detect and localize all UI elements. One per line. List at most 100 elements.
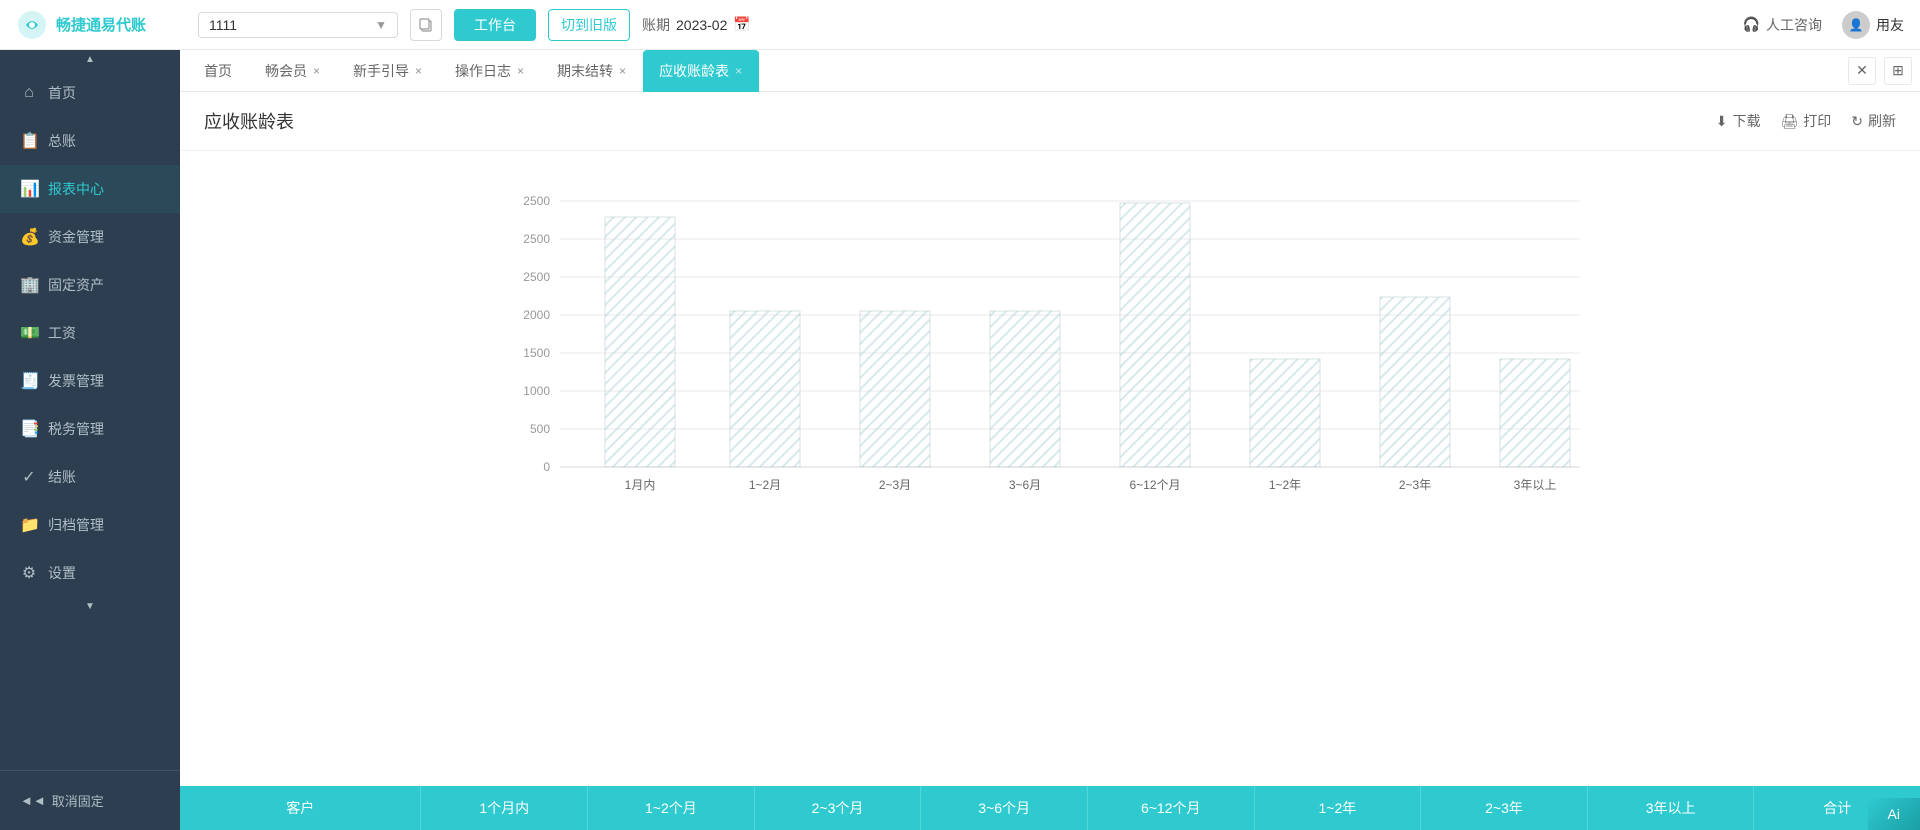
sidebar-item-funds[interactable]: 💰 资金管理 — [0, 213, 180, 261]
sidebar-label-tax: 税务管理 — [48, 419, 104, 439]
refresh-label: 刷新 — [1868, 111, 1896, 131]
consult-button[interactable]: 🎧 人工咨询 — [1743, 15, 1822, 35]
scroll-down-arrow: ▼ — [85, 601, 95, 612]
col-year1-2: 1~2年 — [1255, 786, 1422, 830]
period-label: 账期 — [642, 15, 670, 35]
col-month1-2: 1~2个月 — [588, 786, 755, 830]
company-selector[interactable]: 1111 ▼ — [198, 12, 398, 38]
copy-icon — [418, 17, 434, 33]
bar-8 — [1500, 359, 1570, 467]
period-value: 2023-02 — [676, 17, 727, 33]
sidebar-item-tax[interactable]: 📑 税务管理 — [0, 405, 180, 453]
tab-aging[interactable]: 应收账龄表 × — [643, 50, 759, 92]
x-label-6: 1~2年 — [1269, 478, 1301, 492]
svg-text:0: 0 — [543, 460, 550, 474]
cancel-fixed-button[interactable]: ◄◄ 取消固定 — [0, 781, 180, 820]
tab-log[interactable]: 操作日志 × — [439, 50, 541, 92]
copy-button[interactable] — [410, 9, 442, 41]
bar-5 — [1120, 203, 1190, 467]
funds-icon: 💰 — [20, 227, 38, 247]
assets-icon: 🏢 — [20, 275, 38, 295]
col-year2-3: 2~3年 — [1421, 786, 1588, 830]
tab-member[interactable]: 畅会员 × — [249, 50, 337, 92]
sidebar-label-funds: 资金管理 — [48, 227, 104, 247]
x-label-7: 2~3年 — [1399, 478, 1431, 492]
cancel-fixed-label: 取消固定 — [52, 791, 104, 810]
ledger-icon: 📋 — [20, 131, 38, 151]
sidebar-label-assets: 固定资产 — [48, 275, 104, 295]
bar-4 — [990, 311, 1060, 467]
scroll-up-indicator: ▲ — [0, 50, 180, 69]
salary-icon: 💵 — [20, 323, 38, 343]
sidebar-label-home: 首页 — [48, 83, 76, 103]
refresh-icon: ↻ — [1851, 113, 1863, 130]
reports-icon: 📊 — [20, 179, 38, 199]
user-name: 用友 — [1876, 15, 1904, 35]
bar-3 — [860, 311, 930, 467]
col-month2-3: 2~3个月 — [755, 786, 922, 830]
x-label-5: 6~12个月 — [1129, 478, 1180, 492]
tab-member-label: 畅会员 — [265, 61, 307, 81]
switch-version-button[interactable]: 切到旧版 — [548, 9, 630, 41]
sidebar-item-invoice[interactable]: 🧾 发票管理 — [0, 357, 180, 405]
sidebar-item-archive[interactable]: 📁 归档管理 — [0, 501, 180, 549]
period-area: 账期 2023-02 📅 — [642, 15, 751, 35]
sidebar-item-ledger[interactable]: 📋 总账 — [0, 117, 180, 165]
col-month3-6: 3~6个月 — [921, 786, 1088, 830]
tab-log-close[interactable]: × — [517, 64, 524, 78]
logo-icon — [16, 9, 48, 41]
tab-period-end-close[interactable]: × — [619, 64, 626, 78]
sidebar-label-reports: 报表中心 — [48, 179, 104, 199]
tab-home-label: 首页 — [204, 61, 232, 81]
print-button[interactable]: 🖨 打印 — [1780, 111, 1831, 131]
workbench-button[interactable]: 工作台 — [454, 9, 536, 41]
close-tab-button[interactable]: ✕ — [1848, 57, 1876, 85]
svg-text:500: 500 — [530, 422, 550, 436]
tab-aging-close[interactable]: × — [735, 64, 742, 78]
archive-icon: 📁 — [20, 515, 38, 535]
bar-1 — [605, 217, 675, 467]
headset-icon: 🎧 — [1743, 16, 1760, 33]
chevron-down-icon: ▼ — [375, 18, 387, 32]
sidebar-item-home[interactable]: ⌂ 首页 — [0, 69, 180, 117]
x-label-4: 3~6月 — [1009, 478, 1041, 492]
sidebar-bottom: ◄◄ 取消固定 — [0, 770, 180, 830]
x-label-1: 1月内 — [625, 478, 656, 492]
tab-member-close[interactable]: × — [313, 64, 320, 78]
svg-text:1500: 1500 — [523, 346, 550, 360]
page-title: 应收账龄表 — [204, 108, 294, 134]
tax-icon: 📑 — [20, 419, 38, 439]
ai-badge[interactable]: Ai — [1868, 798, 1920, 830]
sidebar-item-checkout[interactable]: ✓ 结账 — [0, 453, 180, 501]
print-label: 打印 — [1803, 111, 1831, 131]
calendar-icon[interactable]: 📅 — [733, 16, 750, 33]
sidebar-label-settings: 设置 — [48, 563, 76, 583]
sidebar-item-assets[interactable]: 🏢 固定资产 — [0, 261, 180, 309]
content-area: 首页 畅会员 × 新手引导 × 操作日志 × 期末结转 × 应收账龄表 × — [180, 50, 1920, 830]
tab-guide[interactable]: 新手引导 × — [337, 50, 439, 92]
tab-period-end[interactable]: 期末结转 × — [541, 50, 643, 92]
user-area[interactable]: 👤 用友 — [1842, 11, 1904, 39]
sidebar-label-invoice: 发票管理 — [48, 371, 104, 391]
home-icon: ⌂ — [20, 84, 38, 102]
tab-aging-label: 应收账龄表 — [659, 61, 729, 81]
sidebar-item-settings[interactable]: ⚙ 设置 — [0, 549, 180, 597]
tab-guide-label: 新手引导 — [353, 61, 409, 81]
x-label-3: 2~3月 — [879, 478, 911, 492]
sidebar-label-salary: 工资 — [48, 323, 76, 343]
download-label: 下载 — [1732, 111, 1760, 131]
sidebar-label-archive: 归档管理 — [48, 515, 104, 535]
tab-guide-close[interactable]: × — [415, 64, 422, 78]
expand-tab-button[interactable]: ⊞ — [1884, 57, 1912, 85]
tabs-bar: 首页 畅会员 × 新手引导 × 操作日志 × 期末结转 × 应收账龄表 × — [180, 50, 1920, 92]
bar-2 — [730, 311, 800, 467]
refresh-button[interactable]: ↻ 刷新 — [1851, 111, 1896, 131]
sidebar-item-salary[interactable]: 💵 工资 — [0, 309, 180, 357]
download-button[interactable]: ⬇ 下载 — [1716, 111, 1761, 131]
tabs-actions: ✕ ⊞ — [1848, 57, 1912, 85]
pin-icon: ◄◄ — [20, 793, 46, 808]
sidebar-item-reports[interactable]: 📊 报表中心 — [0, 165, 180, 213]
col-month1: 1个月内 — [421, 786, 588, 830]
tab-home[interactable]: 首页 — [188, 50, 249, 92]
sidebar-label-ledger: 总账 — [48, 131, 76, 151]
